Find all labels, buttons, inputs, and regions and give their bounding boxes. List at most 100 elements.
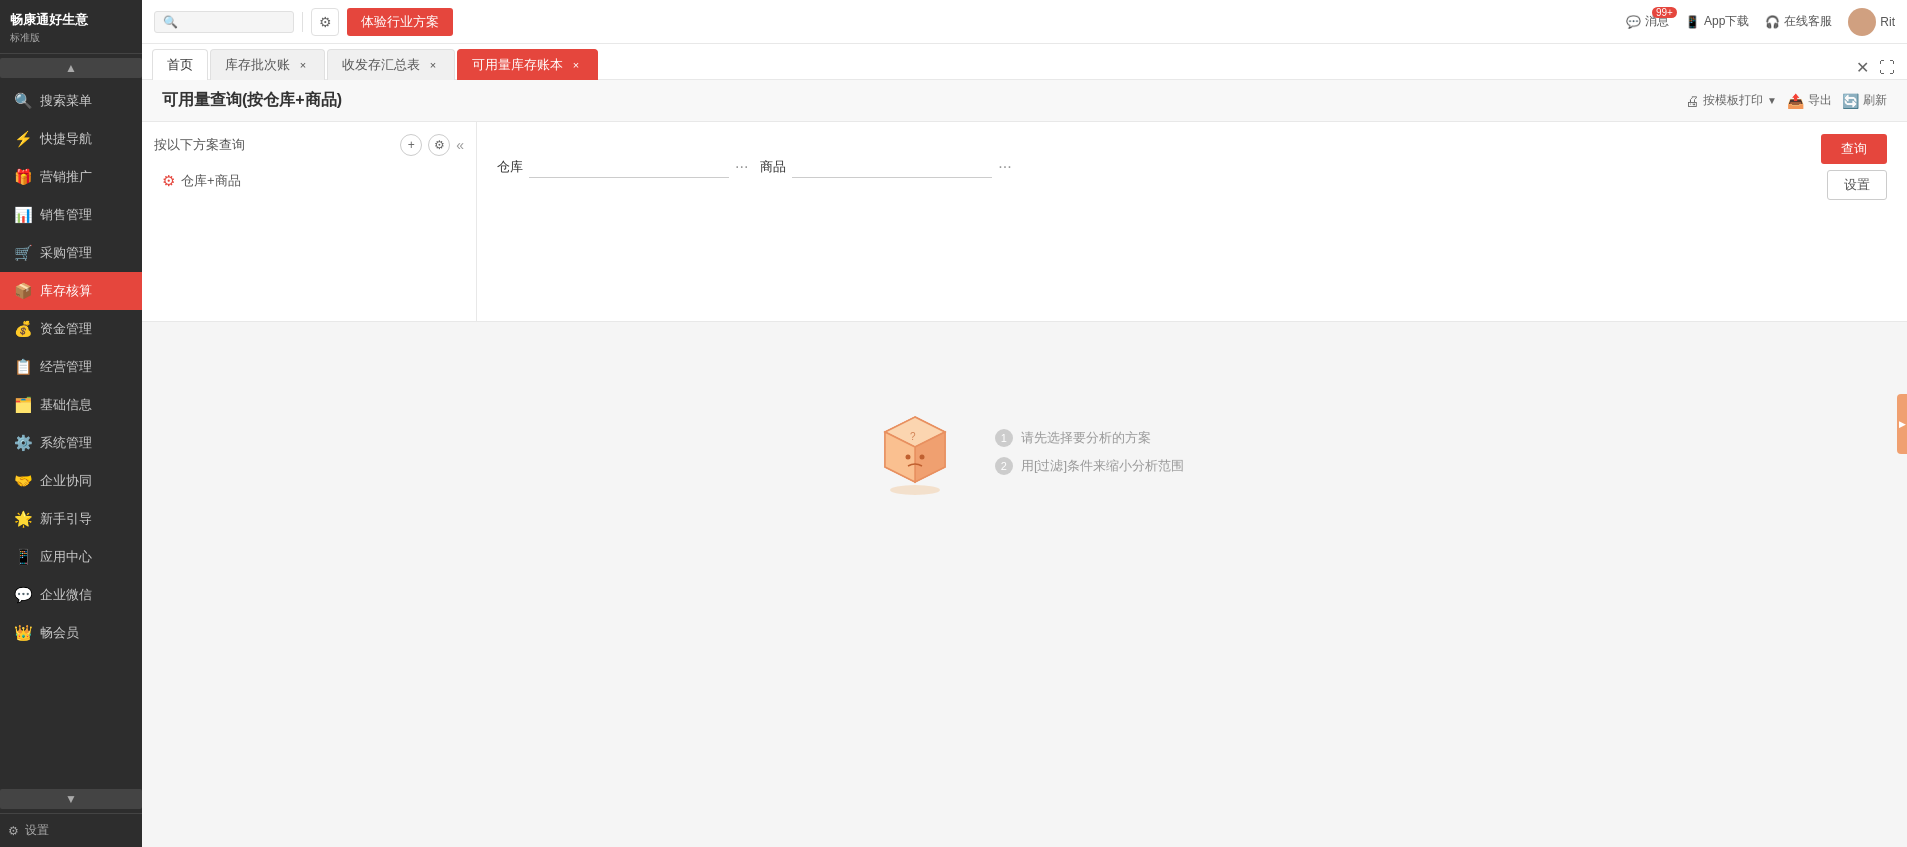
cart-icon: 🛒: [14, 244, 32, 262]
sidebar-item-app-center[interactable]: 📱 应用中心: [0, 538, 142, 576]
sidebar-item-search[interactable]: 🔍 搜索菜单: [0, 82, 142, 120]
tab-available-ledger[interactable]: 可用量库存账本 ×: [457, 49, 598, 80]
topbar-actions: 💬 消息 99+ 📱 App下载 🎧 在线客服 Rit: [1626, 8, 1895, 36]
tab-batch-ledger-close[interactable]: ×: [296, 58, 310, 72]
sidebar-bottom-settings[interactable]: ⚙ 设置: [0, 813, 142, 847]
sidebar-scroll-up[interactable]: ▲: [0, 58, 142, 78]
add-schema-button[interactable]: +: [400, 134, 422, 156]
sidebar-item-sales[interactable]: 📊 销售管理: [0, 196, 142, 234]
sidebar-header: 畅康通好生意 标准版: [0, 0, 142, 54]
close-tab-window-button[interactable]: ✕: [1854, 56, 1871, 79]
empty-text: 1 请先选择要分析的方案 2 用[过滤]条件来缩小分析范围: [995, 429, 1184, 475]
goods-filter-input[interactable]: [792, 156, 992, 178]
schema-icon: ⚙: [162, 172, 175, 190]
customer-service-button[interactable]: 🎧 在线客服: [1765, 13, 1832, 30]
print-label: 按模板打印: [1703, 92, 1763, 109]
schema-settings-button[interactable]: ⚙: [428, 134, 450, 156]
export-button[interactable]: 📤 导出: [1787, 92, 1832, 109]
print-dropdown-icon[interactable]: ▼: [1767, 95, 1777, 106]
sidebar-item-finance[interactable]: 💰 资金管理: [0, 310, 142, 348]
query-settings-button[interactable]: 设置: [1827, 170, 1887, 200]
query-button[interactable]: 查询: [1821, 134, 1887, 164]
right-sidebar-toggle[interactable]: ▶: [1897, 394, 1907, 454]
tab-available-ledger-close[interactable]: ×: [569, 58, 583, 72]
notifications-button[interactable]: 💬 消息 99+: [1626, 13, 1669, 30]
app-center-icon: 📱: [14, 548, 32, 566]
tab-window-actions: ✕ ⛶: [1854, 56, 1897, 79]
sidebar-item-quick-nav[interactable]: ⚡ 快捷导航: [0, 120, 142, 158]
user-profile[interactable]: Rit: [1848, 8, 1895, 36]
topbar-search-box[interactable]: 🔍: [154, 11, 294, 33]
sidebar-scroll-down[interactable]: ▼: [0, 789, 142, 809]
chevron-up-icon: ▲: [65, 59, 77, 77]
gift-icon: 🎁: [14, 168, 32, 186]
tab-collect-summary[interactable]: 收发存汇总表 ×: [327, 49, 455, 80]
sidebar: 畅康通好生意 标准版 ▲ 🔍 搜索菜单 ⚡ 快捷导航 🎁 营销推广 📊 销售管理: [0, 0, 142, 847]
app-download-button[interactable]: 📱 App下载: [1685, 13, 1749, 30]
empty-tip-1-text: 请先选择要分析的方案: [1021, 429, 1151, 447]
filter-warehouse: 仓库 ···: [497, 156, 748, 178]
page-header-actions: 🖨 按模板打印 ▼ 📤 导出 🔄 刷新: [1685, 92, 1887, 109]
warehouse-filter-input[interactable]: [529, 156, 729, 178]
tab-batch-ledger[interactable]: 库存批次账 ×: [210, 49, 325, 80]
collapse-panel-button[interactable]: «: [456, 137, 464, 153]
sidebar-item-basic-info[interactable]: 🗂️ 基础信息: [0, 386, 142, 424]
sidebar-item-system[interactable]: ⚙️ 系统管理: [0, 424, 142, 462]
goods-more-button[interactable]: ···: [998, 158, 1011, 176]
maximize-tab-window-button[interactable]: ⛶: [1877, 57, 1897, 79]
right-toggle-icon: ▶: [1899, 419, 1906, 429]
settings-bottom-icon: ⚙: [8, 824, 19, 838]
headset-icon: 🎧: [1765, 15, 1780, 29]
step-1-number: 1: [995, 429, 1013, 447]
industry-solution-button[interactable]: 体验行业方案: [347, 8, 453, 36]
customer-service-label: 在线客服: [1784, 13, 1832, 30]
tab-home[interactable]: 首页: [152, 49, 208, 80]
empty-cube-svg: ?: [865, 402, 965, 502]
wechat-icon: 💬: [14, 586, 32, 604]
sidebar-item-label: 采购管理: [40, 244, 128, 262]
topbar: 🔍 ⚙ 体验行业方案 💬 消息 99+ 📱 App下载: [142, 0, 1907, 44]
sidebar-item-purchase[interactable]: 🛒 采购管理: [0, 234, 142, 272]
sidebar-item-guide[interactable]: 🌟 新手引导: [0, 500, 142, 538]
sidebar-item-operations[interactable]: 📋 经营管理: [0, 348, 142, 386]
print-icon: 🖨: [1685, 93, 1699, 109]
sidebar-item-label: 快捷导航: [40, 130, 128, 148]
app-download-label: App下载: [1704, 13, 1749, 30]
page-title: 可用量查询(按仓库+商品): [162, 90, 342, 111]
system-icon: ⚙️: [14, 434, 32, 452]
schema-item-warehouse-goods[interactable]: ⚙ 仓库+商品: [154, 166, 464, 196]
topbar-divider: [302, 12, 303, 32]
topbar-settings-button[interactable]: ⚙: [311, 8, 339, 36]
empty-illustration: ?: [865, 402, 965, 502]
sidebar-item-marketing[interactable]: 🎁 营销推广: [0, 158, 142, 196]
basic-info-icon: 🗂️: [14, 396, 32, 414]
page-header: 可用量查询(按仓库+商品) 🖨 按模板打印 ▼ 📤 导出 🔄 刷新: [142, 80, 1907, 122]
sidebar-item-label: 经营管理: [40, 358, 128, 376]
sidebar-item-label: 应用中心: [40, 548, 128, 566]
query-schema-panel: 按以下方案查询 + ⚙ « ⚙ 仓库+商品: [142, 122, 477, 321]
sidebar-item-label: 营销推广: [40, 168, 128, 186]
tabs-bar: 首页 库存批次账 × 收发存汇总表 × 可用量库存账本 × ✕ ⛶: [142, 44, 1907, 80]
warehouse-more-button[interactable]: ···: [735, 158, 748, 176]
sidebar-item-inventory[interactable]: 📦 库存核算: [0, 272, 142, 310]
sidebar-item-enterprise[interactable]: 🤝 企业协同: [0, 462, 142, 500]
filter-row: 仓库 ··· 商品 ··· 查询 设置: [497, 134, 1887, 200]
gear-icon: ⚙: [319, 14, 332, 30]
filter-goods: 商品 ···: [760, 156, 1011, 178]
tab-collect-summary-close[interactable]: ×: [426, 58, 440, 72]
schema-item-label: 仓库+商品: [181, 172, 241, 190]
main-content: 🔍 ⚙ 体验行业方案 💬 消息 99+ 📱 App下载: [142, 0, 1907, 847]
operations-icon: 📋: [14, 358, 32, 376]
refresh-button[interactable]: 🔄 刷新: [1842, 92, 1887, 109]
empty-tip-2-text: 用[过滤]条件来缩小分析范围: [1021, 457, 1184, 475]
query-action-buttons: 查询 设置: [1821, 134, 1887, 200]
empty-tip-1: 1 请先选择要分析的方案: [995, 429, 1184, 447]
sidebar-item-label: 企业协同: [40, 472, 128, 490]
page-content: 可用量查询(按仓库+商品) 🖨 按模板打印 ▼ 📤 导出 🔄 刷新: [142, 80, 1907, 847]
print-button[interactable]: 🖨 按模板打印 ▼: [1685, 92, 1777, 109]
export-icon: 📤: [1787, 93, 1804, 109]
sidebar-item-wechat[interactable]: 💬 企业微信: [0, 576, 142, 614]
enterprise-icon: 🤝: [14, 472, 32, 490]
sidebar-item-member[interactable]: 👑 畅会员: [0, 614, 142, 652]
query-left-actions: + ⚙ «: [400, 134, 464, 156]
